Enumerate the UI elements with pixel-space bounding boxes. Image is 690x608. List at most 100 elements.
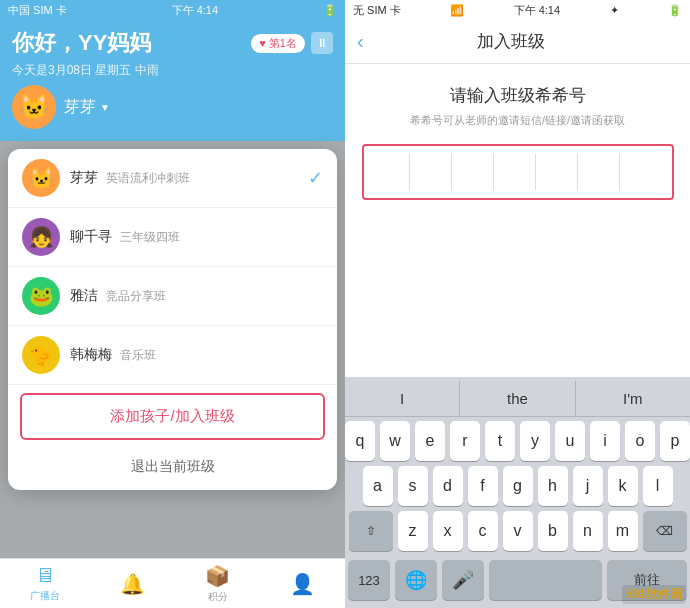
right-status-bar: 无 SIM 卡 📶 下午 4:14 ✦ 🔋: [345, 0, 690, 20]
key-w[interactable]: w: [380, 421, 410, 461]
tab-points[interactable]: 📦 积分: [205, 564, 230, 604]
key-n[interactable]: n: [573, 511, 603, 551]
key-f[interactable]: f: [468, 466, 498, 506]
left-header: 你好，YY妈妈 ♥ 第1名 ⏸ 今天是3月08日 星期五 中雨 🐱 芽芽 ▼: [0, 20, 345, 141]
dropdown-arrow-icon: ▼: [100, 102, 110, 113]
key-r[interactable]: r: [450, 421, 480, 461]
modal-item-2[interactable]: 👧 聊千寻 三年级四班: [8, 208, 337, 267]
right-battery-icon: 🔋: [668, 4, 682, 17]
rank-badge: ♥ 第1名: [251, 34, 305, 53]
key-z[interactable]: z: [398, 511, 428, 551]
code-box-7[interactable]: [626, 154, 662, 190]
key-l[interactable]: l: [643, 466, 673, 506]
right-time: 下午 4:14: [514, 3, 560, 18]
keyboard: I the I'm q w e r t y u i o p: [345, 377, 690, 608]
tab-points-label: 积分: [208, 590, 228, 604]
code-box-2[interactable]: [416, 154, 452, 190]
key-s[interactable]: s: [398, 466, 428, 506]
leave-class-button[interactable]: 退出当前班级: [8, 448, 337, 490]
check-icon-1: ✓: [308, 167, 323, 189]
key-b[interactable]: b: [538, 511, 568, 551]
suggestion-3[interactable]: I'm: [576, 381, 690, 416]
left-phone: 中国 SIM 卡 下午 4:14 🔋 你好，YY妈妈 ♥ 第1名 ⏸ 今天是3月…: [0, 0, 345, 608]
tab-notifications[interactable]: 🔔: [120, 572, 145, 596]
right-bluetooth-icon: ✦: [610, 4, 619, 17]
modal-item-3[interactable]: 🐸 雅洁 竞品分享班: [8, 267, 337, 326]
tab-profile[interactable]: 👤: [290, 572, 315, 596]
notification-icon: 🔔: [120, 572, 145, 596]
rank-text: ♥ 第1名: [259, 36, 297, 51]
key-o[interactable]: o: [625, 421, 655, 461]
key-y[interactable]: y: [520, 421, 550, 461]
code-box-3[interactable]: [458, 154, 494, 190]
broadcast-icon: 🖥: [35, 564, 55, 587]
leave-class-label: 退出当前班级: [131, 458, 215, 474]
pause-button[interactable]: ⏸: [311, 32, 333, 54]
profile-icon: 👤: [290, 572, 315, 596]
modal-item-name-4: 韩梅梅: [70, 346, 112, 364]
mic-key[interactable]: 🎤: [442, 560, 484, 600]
nav-bar: ‹ 加入班级: [345, 20, 690, 64]
key-u[interactable]: u: [555, 421, 585, 461]
key-v[interactable]: v: [503, 511, 533, 551]
key-p[interactable]: p: [660, 421, 690, 461]
key-x[interactable]: x: [433, 511, 463, 551]
numeric-key[interactable]: 123: [348, 560, 390, 600]
code-box-1[interactable]: [374, 154, 410, 190]
suggestion-2[interactable]: the: [460, 381, 575, 416]
shift-key[interactable]: ⇧: [349, 511, 393, 551]
key-row-3: ⇧ z x c v b n m ⌫: [348, 511, 687, 551]
points-icon: 📦: [205, 564, 230, 588]
modal-item-info-3: 雅洁 竞品分享班: [70, 287, 323, 305]
code-input-container: [362, 144, 674, 200]
left-battery: 🔋: [323, 4, 337, 17]
code-box-5[interactable]: [542, 154, 578, 190]
delete-key[interactable]: ⌫: [643, 511, 687, 551]
code-box-4[interactable]: [500, 154, 536, 190]
modal-item-class-4: 音乐班: [120, 347, 156, 364]
avatar-section: 🐱 芽芽 ▼: [12, 85, 333, 129]
key-t[interactable]: t: [485, 421, 515, 461]
modal-avatar-3: 🐸: [22, 277, 60, 315]
back-button[interactable]: ‹: [357, 30, 364, 53]
tab-bar-left: 🖥 广播台 🔔 📦 积分 👤: [0, 558, 345, 608]
username-row[interactable]: 芽芽 ▼: [64, 97, 110, 118]
key-j[interactable]: j: [573, 466, 603, 506]
modal-item-class-2: 三年级四班: [120, 229, 180, 246]
avatar-emoji: 🐱: [19, 93, 49, 121]
code-box-6[interactable]: [584, 154, 620, 190]
modal-item-4[interactable]: 🐤 韩梅梅 音乐班: [8, 326, 337, 385]
input-subtitle: 希希号可从老师的邀请短信/链接/邀请函获取: [410, 113, 625, 128]
globe-key[interactable]: 🌐: [395, 560, 437, 600]
tab-broadcast[interactable]: 🖥 广播台: [30, 564, 60, 603]
username: 芽芽: [64, 97, 96, 118]
right-phone: 无 SIM 卡 📶 下午 4:14 ✦ 🔋 ‹ 加入班级 请输入班级希希号 希希…: [345, 0, 690, 608]
key-m[interactable]: m: [608, 511, 638, 551]
space-key[interactable]: [489, 560, 602, 600]
key-g[interactable]: g: [503, 466, 533, 506]
add-child-button[interactable]: 添加孩子/加入班级: [20, 393, 325, 440]
key-i[interactable]: i: [590, 421, 620, 461]
modal-item-class-3: 竞品分享班: [106, 288, 166, 305]
right-wifi-icon: 📶: [450, 4, 464, 17]
suggestion-1[interactable]: I: [345, 381, 460, 416]
key-h[interactable]: h: [538, 466, 568, 506]
key-q[interactable]: q: [345, 421, 375, 461]
key-c[interactable]: c: [468, 511, 498, 551]
modal-item-info-1: 芽芽 英语流利冲刺班: [70, 169, 298, 187]
key-d[interactable]: d: [433, 466, 463, 506]
keyboard-rows: q w e r t y u i o p a s d f g h j k: [345, 417, 690, 560]
modal-item-info-4: 韩梅梅 音乐班: [70, 346, 323, 364]
key-a[interactable]: a: [363, 466, 393, 506]
left-status-bar: 中国 SIM 卡 下午 4:14 🔋: [0, 0, 345, 20]
nav-title: 加入班级: [364, 30, 658, 53]
add-child-label: 添加孩子/加入班级: [110, 407, 234, 424]
key-e[interactable]: e: [415, 421, 445, 461]
modal-item-1[interactable]: 🐱 芽芽 英语流利冲刺班 ✓: [8, 149, 337, 208]
modal-avatar-4: 🐤: [22, 336, 60, 374]
key-k[interactable]: k: [608, 466, 638, 506]
modal-item-name-1: 芽芽: [70, 169, 98, 187]
left-carrier: 中国 SIM 卡: [8, 3, 67, 18]
content-area: 请输入班级希希号 希希号可从老师的邀请短信/链接/邀请函获取: [345, 64, 690, 377]
watermark: 591软件园: [622, 585, 686, 604]
